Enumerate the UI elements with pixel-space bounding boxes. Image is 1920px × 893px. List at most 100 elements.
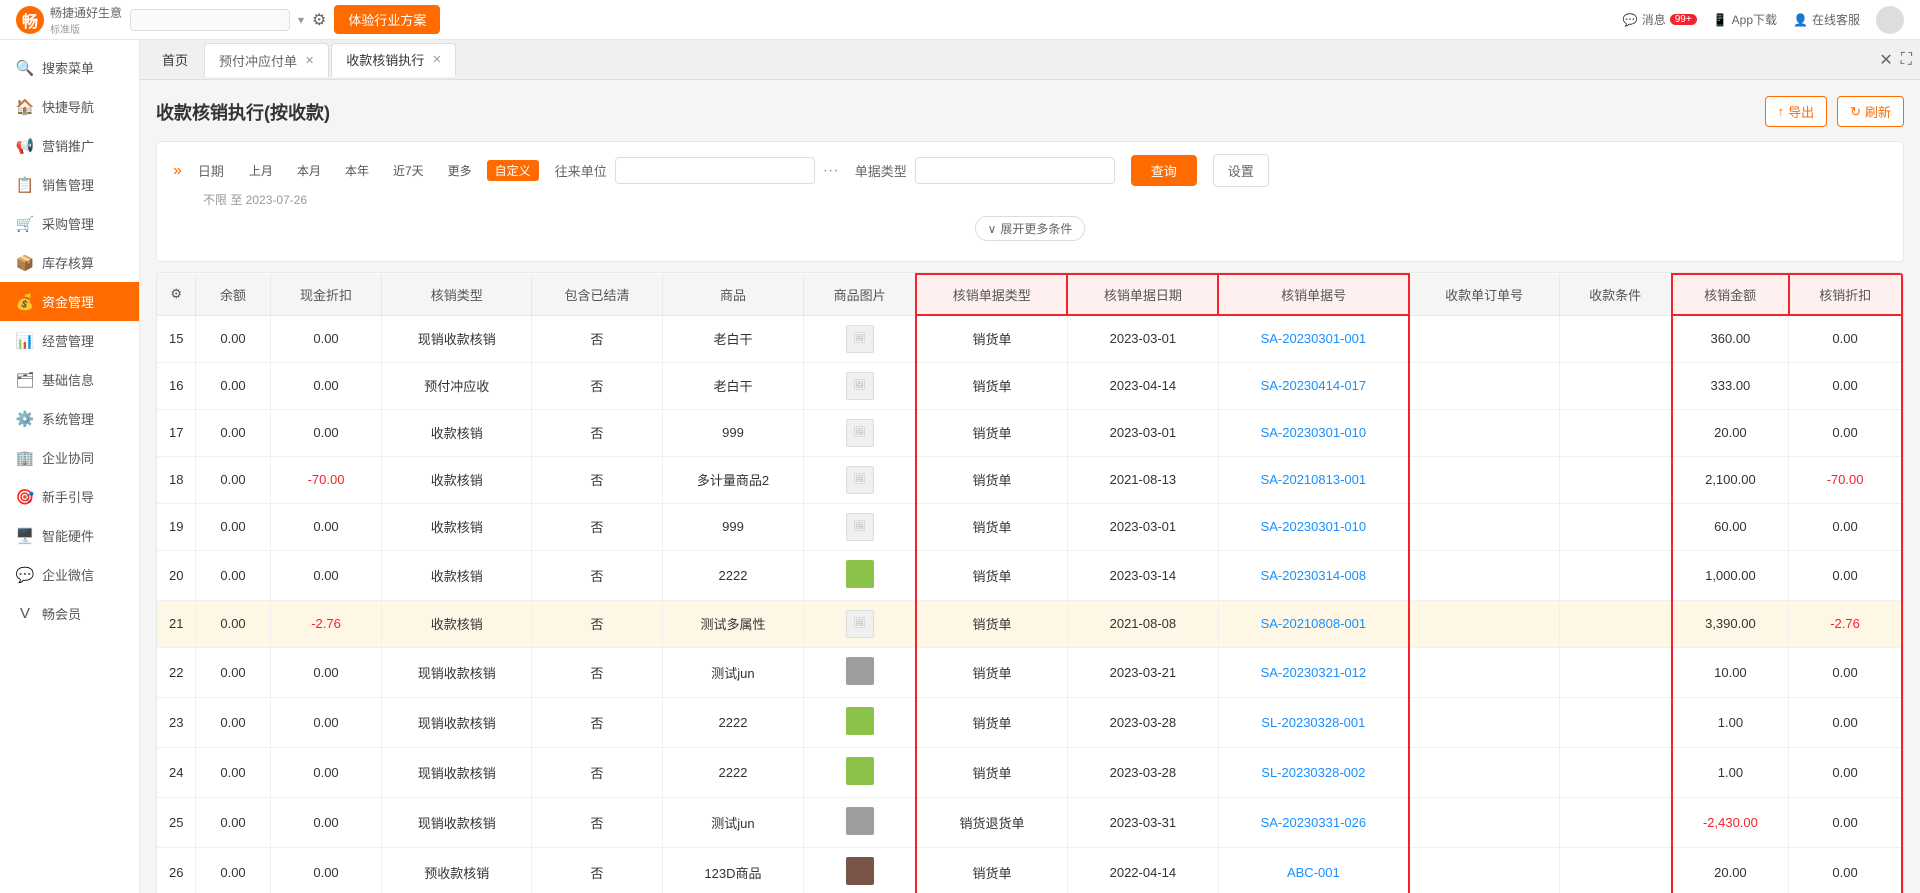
- cell-cash-discount: 0.00: [270, 409, 382, 456]
- date-more[interactable]: 更多: [439, 159, 481, 182]
- message-button[interactable]: 💬 消息 99+: [1623, 11, 1697, 28]
- cell-voucher-no: SA-20230414-017: [1218, 362, 1408, 409]
- sidebar-item-operations[interactable]: 📊 经营管理: [0, 321, 139, 360]
- sidebar-item-finance[interactable]: 💰 资金管理: [0, 282, 139, 321]
- cell-balance: 0.00: [196, 600, 270, 647]
- service-label: 在线客服: [1812, 11, 1860, 28]
- voucher-no-link[interactable]: SL-20230328-002: [1261, 765, 1365, 780]
- sidebar-item-nav[interactable]: 🏠 快捷导航: [0, 87, 139, 126]
- voucher-no-link[interactable]: SA-20210813-001: [1261, 472, 1367, 487]
- sidebar-item-search[interactable]: 🔍 搜索菜单: [0, 48, 139, 87]
- date-7days[interactable]: 近7天: [384, 159, 433, 182]
- voucher-no-link[interactable]: SA-20230414-017: [1261, 378, 1367, 393]
- tab-prepay-close-icon[interactable]: ✕: [305, 54, 314, 67]
- cell-voucher-date: 2023-03-31: [1067, 797, 1218, 847]
- voucher-no-link[interactable]: SA-20230321-012: [1261, 665, 1367, 680]
- sidebar: 🔍 搜索菜单 🏠 快捷导航 📢 营销推广 📋 销售管理 🛒 采购管理 📦 库存核…: [0, 40, 140, 893]
- sidebar-item-basic[interactable]: 🗂 基础信息: [0, 360, 139, 399]
- cell-verify-type: 收款核销: [382, 456, 532, 503]
- cell-include-settled: 否: [532, 797, 663, 847]
- voucher-no-link[interactable]: SA-20230301-010: [1261, 425, 1367, 440]
- trial-button[interactable]: 体验行业方案: [334, 5, 440, 34]
- sidebar-label-member: 畅会员: [42, 604, 81, 623]
- table-row: 23 0.00 0.00 现销收款核销 否 2222 销货单 2023-03-2…: [157, 697, 1902, 747]
- sidebar-item-hardware[interactable]: 🖥️ 智能硬件: [0, 516, 139, 555]
- sidebar-item-guide[interactable]: 🎯 新手引导: [0, 477, 139, 516]
- page-header: 收款核销执行(按收款) ↑ 导出 ↻ 刷新: [156, 96, 1904, 127]
- voucher-type-select[interactable]: [915, 157, 1115, 184]
- tab-home[interactable]: 首页: [148, 43, 202, 77]
- table-row: 18 0.00 -70.00 收款核销 否 多计量商品2 🖼 销货单 2021-…: [157, 456, 1902, 503]
- page-title: 收款核销执行(按收款): [156, 99, 330, 125]
- cell-receipt-order-no: [1409, 550, 1559, 600]
- partner-dots[interactable]: ···: [823, 162, 839, 180]
- cell-cash-discount: 0.00: [270, 747, 382, 797]
- cell-goods-image: [804, 747, 917, 797]
- filter-collapse-icon[interactable]: »: [173, 162, 182, 180]
- date-this-month[interactable]: 本月: [288, 159, 330, 182]
- date-custom[interactable]: 自定义: [487, 160, 539, 181]
- th-verify-discount: 核销折扣: [1789, 274, 1902, 315]
- cell-payment-terms: [1559, 600, 1672, 647]
- tab-receipt-verify-close-icon[interactable]: ✕: [432, 53, 441, 66]
- page-content: 收款核销执行(按收款) ↑ 导出 ↻ 刷新 » 日期: [140, 80, 1920, 893]
- cell-verify-discount: 0.00: [1789, 797, 1902, 847]
- sidebar-item-wechat[interactable]: 💬 企业微信: [0, 555, 139, 594]
- th-settings[interactable]: ⚙: [157, 274, 196, 315]
- sidebar-item-enterprise[interactable]: 🏢 企业协同: [0, 438, 139, 477]
- settings-gear-icon[interactable]: ⚙: [312, 10, 326, 30]
- dropdown-chevron-icon[interactable]: ▾: [298, 13, 304, 27]
- expand-more-button[interactable]: ∨ 展开更多条件: [975, 216, 1086, 241]
- table-row: 26 0.00 0.00 预收款核销 否 123D商品 销货单 2022-04-…: [157, 847, 1902, 893]
- voucher-no-link[interactable]: SA-20230301-010: [1261, 519, 1367, 534]
- cell-id: 22: [157, 647, 196, 697]
- refresh-label: 刷新: [1865, 102, 1891, 121]
- voucher-no-link[interactable]: SA-20230331-026: [1261, 815, 1367, 830]
- refresh-button[interactable]: ↻ 刷新: [1837, 96, 1904, 127]
- cell-receipt-order-no: [1409, 456, 1559, 503]
- sidebar-item-sales[interactable]: 📋 销售管理: [0, 165, 139, 204]
- sidebar-item-purchase[interactable]: 🛒 采购管理: [0, 204, 139, 243]
- voucher-no-link[interactable]: SA-20210808-001: [1261, 616, 1367, 631]
- online-service-button[interactable]: 👤 在线客服: [1793, 11, 1860, 28]
- member-icon: V: [16, 605, 34, 623]
- app-download-button[interactable]: 📱 App下载: [1713, 11, 1777, 28]
- tab-expand-button[interactable]: ⛶: [1901, 50, 1912, 70]
- sidebar-item-inventory[interactable]: 📦 库存核算: [0, 243, 139, 282]
- voucher-no-link[interactable]: ABC-001: [1287, 865, 1340, 880]
- query-button[interactable]: 查询: [1131, 155, 1197, 186]
- sidebar-item-member[interactable]: V 畅会员: [0, 594, 139, 633]
- voucher-no-link[interactable]: SA-20230314-008: [1261, 568, 1367, 583]
- cell-voucher-no: SA-20230301-001: [1218, 315, 1408, 362]
- sidebar-item-marketing[interactable]: 📢 营销推广: [0, 126, 139, 165]
- cell-verify-amount: 1,000.00: [1672, 550, 1789, 600]
- cell-cash-discount: 0.00: [270, 315, 382, 362]
- cell-include-settled: 否: [532, 409, 663, 456]
- voucher-no-link[interactable]: SL-20230328-001: [1261, 715, 1365, 730]
- date-this-year[interactable]: 本年: [336, 159, 378, 182]
- sidebar-label-enterprise: 企业协同: [42, 448, 94, 467]
- voucher-no-link[interactable]: SA-20230301-001: [1261, 331, 1367, 346]
- search-input[interactable]: [130, 9, 290, 31]
- table-row: 25 0.00 0.00 现销收款核销 否 测试jun 销货退货单 2023-0…: [157, 797, 1902, 847]
- tab-prepay[interactable]: 预付冲应付单 ✕: [204, 43, 329, 77]
- export-button[interactable]: ↑ 导出: [1765, 96, 1828, 127]
- avatar[interactable]: [1876, 6, 1904, 34]
- cell-id: 26: [157, 847, 196, 893]
- cell-verify-discount: 0.00: [1789, 847, 1902, 893]
- table-row: 15 0.00 0.00 现销收款核销 否 老白干 🖼 销货单 2023-03-…: [157, 315, 1902, 362]
- voucher-type-filter: 单据类型: [855, 157, 1115, 184]
- tab-receipt-verify[interactable]: 收款核销执行 ✕: [331, 43, 456, 77]
- cell-id: 25: [157, 797, 196, 847]
- cell-balance: 0.00: [196, 797, 270, 847]
- tab-close-all-button[interactable]: ✕: [1879, 50, 1892, 70]
- th-goods: 商品: [662, 274, 803, 315]
- date-last-month[interactable]: 上月: [240, 159, 282, 182]
- th-verify-type: 核销类型: [382, 274, 532, 315]
- th-include-settled: 包含已结清: [532, 274, 663, 315]
- partner-input[interactable]: [615, 157, 815, 184]
- cell-balance: 0.00: [196, 503, 270, 550]
- sidebar-item-system[interactable]: ⚙️ 系统管理: [0, 399, 139, 438]
- setting-button[interactable]: 设置: [1213, 154, 1269, 187]
- cell-payment-terms: [1559, 409, 1672, 456]
